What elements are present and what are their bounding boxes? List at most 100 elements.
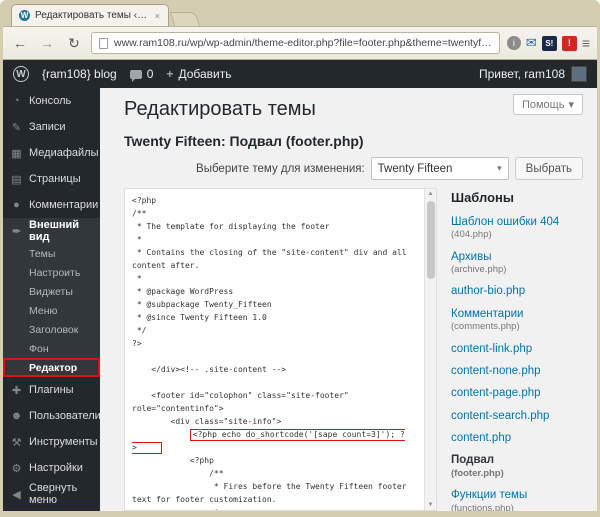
plus-icon: + bbox=[166, 67, 174, 81]
comments-icon: ● bbox=[13, 199, 20, 211]
submenu-item-menus[interactable]: Меню bbox=[3, 301, 100, 320]
avatar[interactable] bbox=[571, 66, 587, 82]
code-before: <?php /** * The template for displaying … bbox=[132, 196, 407, 426]
template-link-content-none[interactable]: content-none.php bbox=[451, 364, 583, 378]
sidebar-item-media[interactable]: ▦ Медиафайлы bbox=[3, 140, 100, 166]
template-link-content-link[interactable]: content-link.php bbox=[451, 342, 583, 356]
new-tab-button[interactable] bbox=[169, 12, 201, 26]
code-editor[interactable]: <?php /** * The template for displaying … bbox=[124, 188, 437, 511]
reload-button[interactable]: ↻ bbox=[64, 33, 84, 53]
select-theme-label: Выберите тему для изменения: bbox=[196, 162, 365, 175]
sidebar-item-users[interactable]: ☻ Пользователи bbox=[3, 403, 100, 429]
sidebar-item-pages[interactable]: ▤ Страницы bbox=[3, 166, 100, 192]
code-after: <?php /** * Fires before the Twenty Fift… bbox=[132, 456, 407, 510]
sidebar-item-settings[interactable]: ⚙ Настройки bbox=[3, 455, 100, 481]
pages-icon: ▤ bbox=[11, 173, 22, 186]
sidebar-item-tools[interactable]: ⚒ Инструменты bbox=[3, 429, 100, 455]
template-link-footer-current[interactable]: Подвал (footer.php) bbox=[451, 453, 583, 480]
greeting-account-link[interactable]: Привет, ram108 bbox=[479, 67, 565, 81]
help-button[interactable]: Помощь ▾ bbox=[512, 94, 583, 115]
browser-menu-icon[interactable]: ≡ bbox=[582, 36, 590, 50]
submenu-item-editor[interactable]: Редактор bbox=[3, 358, 100, 377]
templates-list: Шаблон ошибки 404 (404.php) Архивы (arch… bbox=[451, 215, 583, 511]
submenu-item-themes[interactable]: Темы bbox=[3, 244, 100, 263]
info-icon[interactable]: i bbox=[506, 36, 521, 50]
templates-heading: Шаблоны bbox=[451, 190, 514, 205]
sidebar-item-dashboard[interactable]: ◔ Консоль bbox=[3, 88, 100, 114]
submenu-item-header[interactable]: Заголовок bbox=[3, 320, 100, 339]
sidebar-item-plugins[interactable]: ✚ Плагины bbox=[3, 377, 100, 403]
template-link-content-search[interactable]: content-search.php bbox=[451, 409, 583, 423]
templates-panel: Шаблоны Шаблон ошибки 404 (404.php) Архи… bbox=[451, 188, 583, 511]
browser-toolbar: ← → ↻ www.ram108.ru/wp/wp-admin/theme-ed… bbox=[3, 26, 597, 60]
main-content: Редактировать темы Помощь ▾ Twenty Fifte… bbox=[100, 88, 597, 511]
back-button[interactable]: ← bbox=[10, 33, 30, 53]
sidebar-item-label: Комментарии bbox=[29, 199, 99, 211]
url-text[interactable]: www.ram108.ru/wp/wp-admin/theme-editor.p… bbox=[114, 37, 492, 49]
appearance-icon: ✒ bbox=[11, 225, 22, 238]
sidebar-item-label: Консоль bbox=[29, 95, 72, 107]
wordpress-favicon-icon: W bbox=[19, 10, 30, 21]
page-icon bbox=[99, 37, 108, 49]
dashboard-icon: ◔ bbox=[13, 95, 20, 107]
code-scrollbar[interactable]: ▲ ▼ bbox=[424, 189, 436, 510]
comment-bubble-icon bbox=[129, 69, 142, 82]
forward-button[interactable]: → bbox=[37, 33, 57, 53]
sidebar-item-label: Медиафайлы bbox=[29, 147, 99, 159]
appearance-section: ✒ Внешний вид Темы Настроить Виджеты Мен… bbox=[3, 218, 100, 377]
comment-count: 0 bbox=[146, 67, 154, 81]
page-title: Редактировать темы bbox=[124, 98, 316, 120]
wp-admin-bar: W {ram108} blog 0 + Добавить Привет, ram… bbox=[3, 60, 597, 88]
sape-extension-icon[interactable]: S! bbox=[541, 35, 557, 51]
sidebar-item-label: Инструменты bbox=[29, 436, 98, 448]
sidebar-item-label: Записи bbox=[29, 121, 66, 133]
browser-tab[interactable]: W Редактировать темы ‹ [ra × bbox=[11, 4, 169, 26]
tab-close-icon[interactable]: × bbox=[154, 11, 161, 21]
sidebar-item-label: Пользователи bbox=[29, 410, 100, 422]
site-name-link[interactable]: {ram108} blog bbox=[42, 67, 117, 81]
theme-select[interactable]: Twenty Fifteen ▾ bbox=[370, 157, 509, 180]
submenu-item-widgets[interactable]: Виджеты bbox=[3, 282, 100, 301]
wordpress-logo-icon[interactable]: W bbox=[13, 66, 29, 82]
plugins-icon: ✚ bbox=[11, 384, 22, 397]
browser-window: W Редактировать темы ‹ [ra × ← → ↻ www.r… bbox=[0, 0, 600, 517]
red-extension-icon[interactable]: ! bbox=[561, 35, 577, 51]
template-link-404[interactable]: Шаблон ошибки 404 (404.php) bbox=[451, 215, 583, 242]
sidebar-item-label: Свернуть меню bbox=[29, 482, 78, 506]
tab-title: Редактировать темы ‹ [ra bbox=[35, 10, 149, 21]
submenu-item-background[interactable]: Фон bbox=[3, 339, 100, 358]
scrollbar-thumb[interactable] bbox=[427, 201, 435, 279]
sidebar-item-comments[interactable]: ● Комментарии bbox=[3, 192, 100, 218]
tools-icon: ⚒ bbox=[11, 436, 22, 449]
code-textarea[interactable]: <?php /** * The template for displaying … bbox=[125, 189, 436, 510]
tab-strip: W Редактировать темы ‹ [ra × bbox=[3, 0, 597, 26]
template-link-archive[interactable]: Архивы (archive.php) bbox=[451, 250, 583, 277]
mail-icon[interactable]: ✉ bbox=[526, 36, 537, 50]
submenu-item-customize[interactable]: Настроить bbox=[3, 263, 100, 282]
template-link-comments[interactable]: Комментарии (comments.php) bbox=[451, 307, 583, 334]
posts-icon: ✎ bbox=[11, 121, 22, 134]
select-caret-icon: ▾ bbox=[497, 163, 502, 173]
comments-shortcut[interactable]: 0 bbox=[129, 67, 154, 82]
add-new-menu[interactable]: + Добавить bbox=[166, 67, 231, 81]
template-link-content[interactable]: content.php bbox=[451, 431, 583, 445]
editing-file-subtitle: Twenty Fifteen: Подвал (footer.php) bbox=[124, 133, 364, 149]
sidebar-item-label: Плагины bbox=[29, 384, 74, 396]
template-link-content-page[interactable]: content-page.php bbox=[451, 386, 583, 400]
address-bar[interactable]: www.ram108.ru/wp/wp-admin/theme-editor.p… bbox=[91, 32, 500, 54]
sidebar-item-posts[interactable]: ✎ Записи bbox=[3, 114, 100, 140]
sidebar-item-appearance[interactable]: ✒ Внешний вид bbox=[3, 218, 100, 244]
template-link-functions[interactable]: Функции темы (functions.php) bbox=[451, 488, 583, 511]
choose-theme-button[interactable]: Выбрать bbox=[514, 157, 583, 180]
scroll-down-icon[interactable]: ▼ bbox=[425, 500, 436, 510]
help-label: Помощь bbox=[521, 98, 565, 111]
settings-icon: ⚙ bbox=[11, 462, 22, 475]
sidebar-item-label: Настройки bbox=[29, 462, 83, 474]
sidebar-item-label: Внешний вид bbox=[29, 219, 80, 243]
sidebar-item-collapse-menu[interactable]: ◀ Свернуть меню bbox=[3, 481, 100, 507]
scroll-up-icon[interactable]: ▲ bbox=[425, 189, 436, 199]
collapse-icon: ◀ bbox=[12, 488, 21, 501]
template-link-author-bio[interactable]: author-bio.php bbox=[451, 284, 583, 298]
sidebar-item-label: Страницы bbox=[29, 173, 81, 185]
selected-theme-value: Twenty Fifteen bbox=[377, 162, 453, 175]
